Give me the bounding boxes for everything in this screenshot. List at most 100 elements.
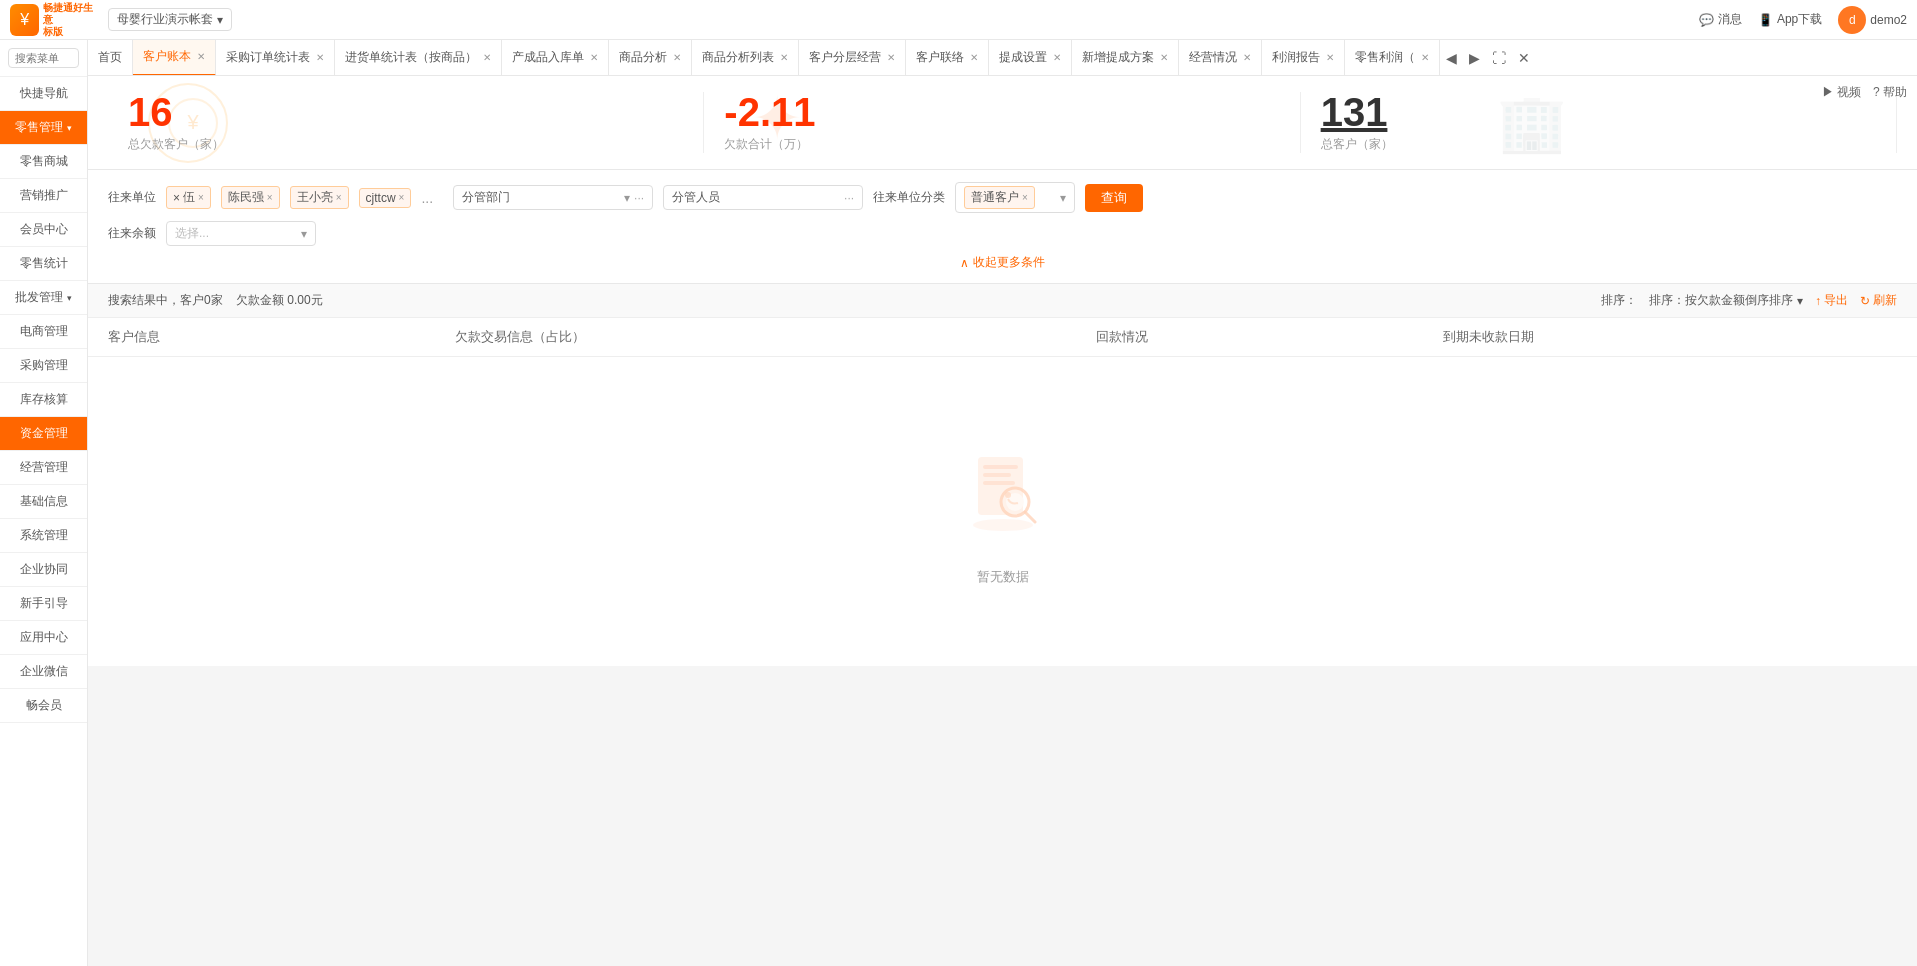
sidebar-item-app-center[interactable]: 应用中心 xyxy=(0,621,87,655)
sidebar: 快捷导航 零售管理 ▾ 零售商城 营销推广 会员中心 零售统计 批发管理 ▾ 电… xyxy=(0,40,88,966)
chevron-up-icon: ∧ xyxy=(960,256,969,270)
query-button[interactable]: 查询 xyxy=(1085,184,1143,212)
tab-customer-tier[interactable]: 客户分层经营 ✕ xyxy=(799,40,906,76)
tab-goods-analysis-list[interactable]: 商品分析列表 ✕ xyxy=(692,40,799,76)
tabs-prev-btn[interactable]: ◀ xyxy=(1440,40,1463,76)
close-icon[interactable]: ✕ xyxy=(1326,52,1334,63)
close-icon[interactable]: ✕ xyxy=(673,52,681,63)
close-icon[interactable]: ✕ xyxy=(197,51,205,62)
dept-label: 分管部门 xyxy=(462,189,510,206)
stat3-label: 总客户（家） xyxy=(1321,136,1393,153)
sidebar-item-retail-stats[interactable]: 零售统计 xyxy=(0,247,87,281)
sidebar-item-retail-mgmt[interactable]: 零售管理 ▾ xyxy=(0,111,87,145)
close-icon[interactable]: ✕ xyxy=(1243,52,1251,63)
empty-text: 暂无数据 xyxy=(977,568,1029,586)
tab-goods-analysis[interactable]: 商品分析 ✕ xyxy=(609,40,692,76)
store-selector[interactable]: 母婴行业演示帐套 ▾ xyxy=(108,8,232,31)
sidebar-item-finance[interactable]: 资金管理 xyxy=(0,417,87,451)
tab-operations-status[interactable]: 经营情况 ✕ xyxy=(1179,40,1262,76)
sidebar-item-operations[interactable]: 经营管理 xyxy=(0,451,87,485)
top-bar: ¥ 畅捷通好生意 标版 母婴行业演示帐套 ▾ 💬 消息 📱 App下载 d de… xyxy=(0,0,1917,40)
tab-product-instock[interactable]: 产成品入库单 ✕ xyxy=(502,40,609,76)
chevron-down-icon: ▾ xyxy=(301,227,307,241)
balance-placeholder: 选择... xyxy=(175,225,209,242)
tag-close-category[interactable]: × xyxy=(1022,192,1028,203)
message-btn[interactable]: 💬 消息 xyxy=(1699,11,1742,28)
sidebar-item-wholesale-mgmt[interactable]: 批发管理 ▾ xyxy=(0,281,87,315)
sidebar-item-member-center[interactable]: 会员中心 xyxy=(0,213,87,247)
help-icon: ? xyxy=(1873,85,1880,99)
balance-selector[interactable]: 选择... ▾ xyxy=(166,221,316,246)
filter-row-2: 往来余额 选择... ▾ xyxy=(108,221,1897,246)
sidebar-item-wechat[interactable]: 企业微信 xyxy=(0,655,87,689)
sidebar-item-retail-mall[interactable]: 零售商城 xyxy=(0,145,87,179)
tabs-expand-btn[interactable]: ⛶ xyxy=(1486,40,1512,76)
close-icon[interactable]: ✕ xyxy=(887,52,895,63)
close-icon[interactable]: ✕ xyxy=(316,52,324,63)
sidebar-item-ecommerce[interactable]: 电商管理 xyxy=(0,315,87,349)
stat-block-1: 16 总欠款客户（家） xyxy=(108,92,704,153)
filter-tag-x: × 伍 × xyxy=(166,186,211,209)
sidebar-item-quick-nav[interactable]: 快捷导航 xyxy=(0,77,87,111)
stat2-label: 欠款合计（万） xyxy=(724,136,808,153)
tab-home[interactable]: 首页 xyxy=(88,40,133,76)
avatar: d xyxy=(1838,6,1866,34)
chevron-down-icon: ▾ xyxy=(624,191,630,205)
category-selector[interactable]: 普通客户 × ▾ xyxy=(955,182,1075,213)
close-icon[interactable]: ✕ xyxy=(483,52,491,63)
close-icon[interactable]: ✕ xyxy=(1160,52,1168,63)
tag-close-cjttcw[interactable]: × xyxy=(399,192,405,203)
dept-selector[interactable]: 分管部门 ▾ ··· xyxy=(453,185,653,210)
export-btn[interactable]: ↑ 导出 xyxy=(1815,292,1848,309)
balance-label: 往来余额 xyxy=(108,225,156,242)
sidebar-item-marketing[interactable]: 营销推广 xyxy=(0,179,87,213)
sidebar-item-inventory[interactable]: 库存核算 xyxy=(0,383,87,417)
tab-profit-report[interactable]: 利润报告 ✕ xyxy=(1262,40,1345,76)
category-tag: 普通客户 × xyxy=(964,186,1035,209)
filter-more-btn[interactable]: ... xyxy=(421,190,433,206)
chevron-down-icon: ▾ xyxy=(217,13,223,27)
amount-text: 欠款金额 0.00元 xyxy=(236,293,323,307)
sidebar-item-purchase[interactable]: 采购管理 xyxy=(0,349,87,383)
user-profile[interactable]: d demo2 xyxy=(1838,6,1907,34)
empty-icon xyxy=(953,437,1053,556)
person-selector[interactable]: 分管人员 ··· xyxy=(663,185,863,210)
col-payment-status: 回款情况 xyxy=(1076,318,1423,357)
search-input[interactable] xyxy=(8,48,79,68)
close-icon[interactable]: ✕ xyxy=(590,52,598,63)
close-icon[interactable]: ✕ xyxy=(780,52,788,63)
sidebar-item-basic-info[interactable]: 基础信息 xyxy=(0,485,87,519)
tabs-close-all-btn[interactable]: ✕ xyxy=(1512,40,1536,76)
tabs-next-btn[interactable]: ▶ xyxy=(1463,40,1486,76)
tab-add-commission[interactable]: 新增提成方案 ✕ xyxy=(1072,40,1179,76)
tab-retail-profit[interactable]: 零售利润（ ✕ xyxy=(1345,40,1440,76)
sort-selector[interactable]: 排序：按欠款金额倒序排序 ▾ xyxy=(1649,292,1803,309)
sidebar-item-member[interactable]: 畅会员 xyxy=(0,689,87,723)
help-link[interactable]: ? 帮助 xyxy=(1873,84,1907,101)
refresh-btn[interactable]: ↻ 刷新 xyxy=(1860,292,1897,309)
stats-top-links: ▶ 视频 ? 帮助 xyxy=(1822,84,1907,101)
svg-point-8 xyxy=(1005,492,1011,498)
tab-purchase-order-stats[interactable]: 采购订单统计表 ✕ xyxy=(216,40,335,76)
tab-customer-contact[interactable]: 客户联络 ✕ xyxy=(906,40,989,76)
ellipsis-icon2: ··· xyxy=(844,191,854,205)
sidebar-item-system[interactable]: 系统管理 xyxy=(0,519,87,553)
filter-tag-wang: 王小亮 × xyxy=(290,186,349,209)
results-left: 搜索结果中，客户0家 欠款金额 0.00元 xyxy=(108,292,323,309)
tab-commission-settings[interactable]: 提成设置 ✕ xyxy=(989,40,1072,76)
app-download-btn[interactable]: 📱 App下载 xyxy=(1758,11,1822,28)
video-link[interactable]: ▶ 视频 xyxy=(1822,84,1861,101)
close-icon[interactable]: ✕ xyxy=(970,52,978,63)
collapse-button[interactable]: ∧ 收起更多条件 xyxy=(960,254,1045,271)
tab-purchase-goods-stats[interactable]: 进货单统计表（按商品） ✕ xyxy=(335,40,502,76)
tag-close-chen[interactable]: × xyxy=(267,192,273,203)
tag-close-wu[interactable]: × xyxy=(198,192,204,203)
user-label: demo2 xyxy=(1870,13,1907,27)
sidebar-item-newbie[interactable]: 新手引导 xyxy=(0,587,87,621)
tab-customer-ledger[interactable]: 客户账本 ✕ xyxy=(133,40,216,76)
close-icon[interactable]: ✕ xyxy=(1421,52,1429,63)
refresh-icon: ↻ xyxy=(1860,294,1870,308)
tag-close-wang[interactable]: × xyxy=(336,192,342,203)
close-icon[interactable]: ✕ xyxy=(1053,52,1061,63)
sidebar-item-enterprise[interactable]: 企业协同 xyxy=(0,553,87,587)
